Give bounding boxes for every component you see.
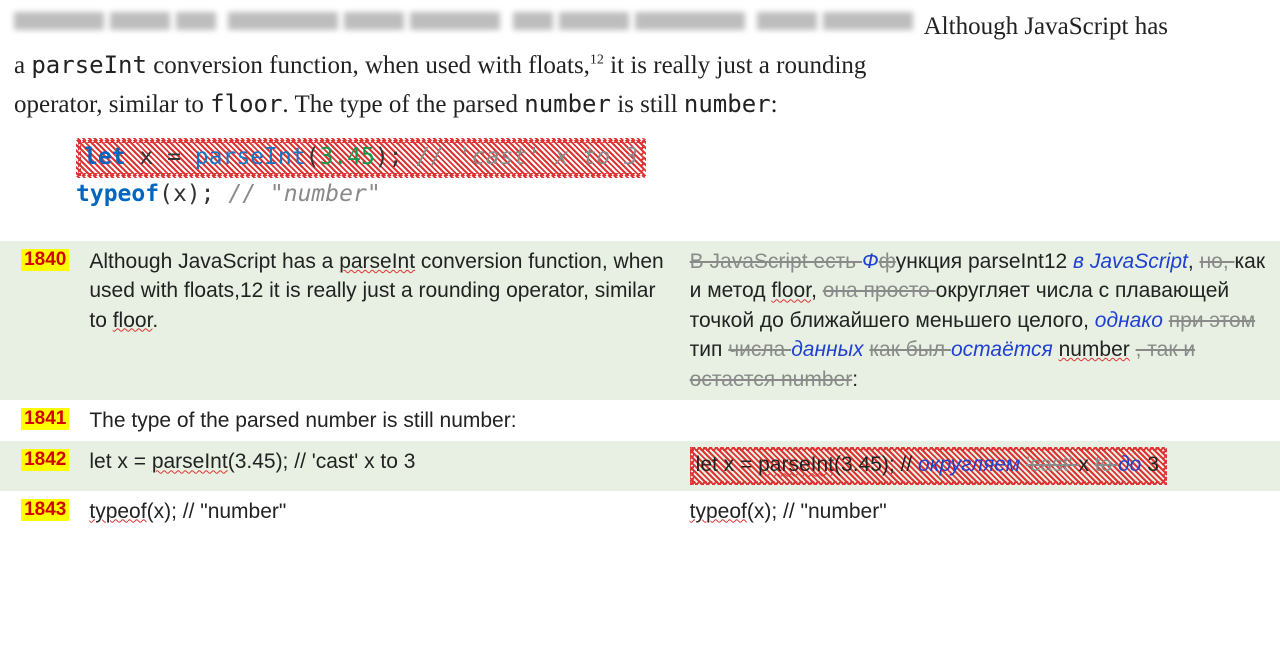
target-cell[interactable]: В JavaScript есть Ффункция parseInt12 в … <box>680 241 1280 400</box>
prose-paragraph: Although JavaScript has a parseInt conve… <box>14 8 1266 124</box>
spellcheck-word: number <box>1059 338 1130 361</box>
source-cell[interactable]: let x = parseInt(3.45); // 'cast' x to 3 <box>79 441 679 490</box>
source-preview: Although JavaScript has a parseInt conve… <box>0 0 1280 223</box>
table-row[interactable]: 1843 typeof(x); // "number" typeof(x); /… <box>0 491 1280 532</box>
table-row[interactable]: 1842 let x = parseInt(3.45); // 'cast' x… <box>0 441 1280 490</box>
deleted-text: to <box>1095 453 1118 476</box>
target-cell[interactable] <box>680 400 1280 441</box>
prose-text: is still <box>611 91 684 118</box>
prose-text: : <box>771 91 778 118</box>
spellcheck-word: parseInt <box>152 450 228 473</box>
footnote-ref: 12 <box>590 52 604 67</box>
spellcheck-word: floor <box>771 279 811 302</box>
inline-code: number <box>524 90 611 118</box>
prose-text: Although JavaScript has <box>924 13 1168 40</box>
segment-id-cell: 1842 <box>0 441 79 490</box>
deleted-text: ф <box>879 250 896 273</box>
inserted-text: до <box>1118 453 1141 476</box>
table-row[interactable]: 1841 The type of the parsed number is st… <box>0 400 1280 441</box>
deleted-text: числа <box>728 338 791 361</box>
inserted-text: Ф <box>862 250 879 273</box>
translation-table: 1840 Although JavaScript has a parseInt … <box>0 241 1280 532</box>
inline-code: number <box>684 90 771 118</box>
code-block: let x = parseInt(3.45); // 'cast' x to 3… <box>76 138 1266 211</box>
segment-id: 1841 <box>21 408 69 430</box>
highlighted-selection: let x = parseInt(3.45); // округляем 'ca… <box>690 447 1167 484</box>
deleted-text: 'cast' <box>1026 453 1078 476</box>
segment-id: 1843 <box>21 499 69 521</box>
inserted-text: данных <box>791 338 863 361</box>
target-cell[interactable]: typeof(x); // "number" <box>680 491 1280 532</box>
spellcheck-word: typeof <box>89 500 146 523</box>
code-line: typeof(x); // "number" <box>76 178 1266 211</box>
spellcheck-word: parseInt <box>339 250 415 273</box>
inserted-text: в JavaScript <box>1073 250 1188 273</box>
source-cell[interactable]: typeof(x); // "number" <box>79 491 679 532</box>
prose-text: operator, similar to <box>14 91 210 118</box>
deleted-text: но, <box>1200 250 1235 273</box>
segment-id: 1842 <box>21 449 69 471</box>
deleted-text: как был <box>869 338 951 361</box>
spellcheck-word: floor <box>113 309 153 332</box>
inline-code: floor <box>210 90 282 118</box>
deleted-text: она просто <box>823 279 936 302</box>
target-cell[interactable]: let x = parseInt(3.45); // округляем 'ca… <box>680 441 1280 490</box>
source-cell[interactable]: The type of the parsed number is still n… <box>79 400 679 441</box>
inline-code: parseInt <box>31 51 147 79</box>
segment-id: 1840 <box>21 249 69 271</box>
spellcheck-word: typeof <box>690 500 747 523</box>
table-row[interactable]: 1840 Although JavaScript has a parseInt … <box>0 241 1280 400</box>
code-line: let x = parseInt(3.45); // 'cast' x to 3 <box>76 138 1266 177</box>
segment-id-cell: 1841 <box>0 400 79 441</box>
highlighted-selection: let x = parseInt(3.45); // 'cast' x to 3 <box>76 138 646 177</box>
inserted-text: остаётся <box>951 338 1053 361</box>
inserted-text: однако <box>1095 309 1163 332</box>
inserted-text: округляем <box>918 453 1020 476</box>
prose-text: a <box>14 52 31 79</box>
deleted-text: В JavaScript есть <box>690 250 862 273</box>
prose-text: . The type of the parsed <box>282 91 524 118</box>
prose-text: conversion function, when used with floa… <box>147 52 590 79</box>
redacted-line <box>14 8 919 32</box>
prose-text: it is really just a rounding <box>604 52 866 79</box>
deleted-text: при этом <box>1169 309 1255 332</box>
segment-id-cell: 1843 <box>0 491 79 532</box>
segment-id-cell: 1840 <box>0 241 79 400</box>
source-cell[interactable]: Although JavaScript has a parseInt conve… <box>79 241 679 400</box>
spellcheck-word: parseInt <box>758 453 834 476</box>
